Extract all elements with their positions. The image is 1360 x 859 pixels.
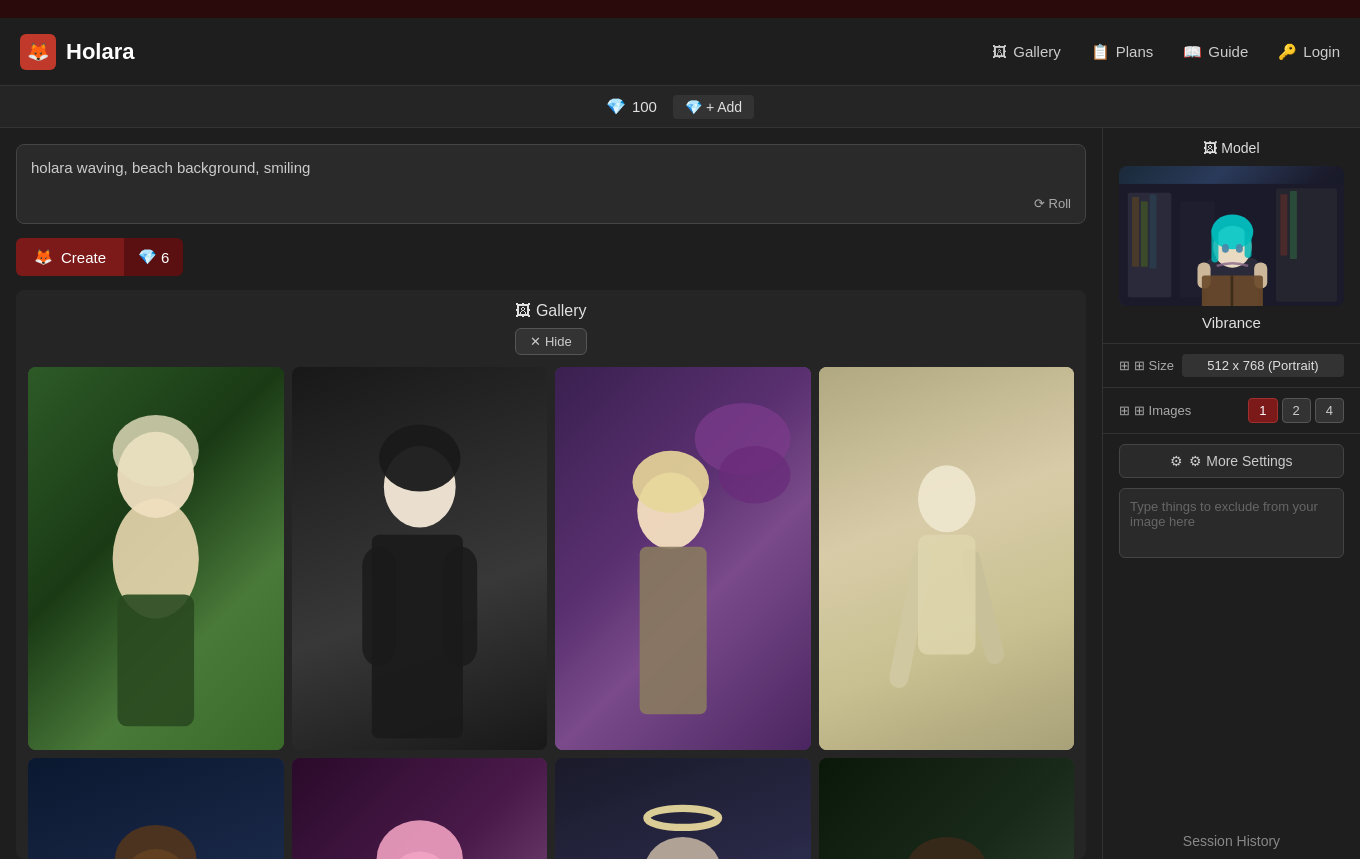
guide-icon: 📖 <box>1183 43 1202 61</box>
logo[interactable]: 🦊 Holara <box>20 34 134 70</box>
svg-point-5 <box>379 424 460 491</box>
prompt-area: holara waving, beach background, smiling… <box>16 144 1086 224</box>
gallery-header: 🖼 Gallery ✕ Hide <box>28 302 1074 355</box>
gallery-card-idk[interactable]: idk what title put to this nirzeperko <box>292 367 548 750</box>
roll-button[interactable]: ⟳ Roll <box>1034 196 1071 211</box>
credits-bar: 💎 100 💎 + Add <box>0 86 1360 128</box>
gallery-card-angelica[interactable]: Angelica - OPSW <box>28 758 284 859</box>
gallery-card-hum[interactable]: Hum... Strange_Siren <box>28 367 284 750</box>
size-icon: ⊞ <box>1119 358 1130 373</box>
svg-point-24 <box>647 809 719 828</box>
nav-login[interactable]: 🔑 Login <box>1278 43 1340 61</box>
svg-point-52 <box>1222 244 1229 253</box>
svg-rect-40 <box>1280 194 1287 255</box>
credits-amount: 100 <box>632 98 657 115</box>
gallery-icon: 🖼 <box>992 43 1007 60</box>
card-figure-hum <box>28 367 284 750</box>
create-icon: 🦊 <box>34 248 53 266</box>
model-preview[interactable] <box>1119 166 1344 306</box>
gallery-card-girl[interactable]: girl and dragon omniacorrecta <box>555 367 811 750</box>
svg-rect-3 <box>117 595 194 727</box>
images-icon: ⊞ <box>1119 403 1130 418</box>
gallery-card-gamer[interactable]: Gamer girl <box>292 758 548 859</box>
gallery-section: 🖼 Gallery ✕ Hide Hum... Strange_Siren <box>16 290 1086 859</box>
header-nav: 🖼 Gallery 📋 Plans 📖 Guide 🔑 Login <box>992 43 1340 61</box>
count-buttons: 1 2 4 <box>1199 398 1344 423</box>
logo-text: Holara <box>66 39 134 65</box>
model-section-title: 🖼 Model <box>1119 140 1344 156</box>
create-row: 🦊 Create 💎 6 <box>16 238 1086 276</box>
exclude-section <box>1119 488 1344 823</box>
cost-gem-icon: 💎 <box>138 248 157 266</box>
header: 🦊 Holara 🖼 Gallery 📋 Plans 📖 Guide 🔑 Log… <box>0 18 1360 86</box>
svg-rect-39 <box>1150 194 1157 268</box>
main-layout: holara waving, beach background, smiling… <box>0 128 1360 859</box>
gallery-card-move[interactable]: we move forward. nirvanafan090 <box>819 367 1075 750</box>
plans-icon: 📋 <box>1091 43 1110 61</box>
session-history[interactable]: Session History <box>1103 823 1360 859</box>
nav-guide[interactable]: 📖 Guide <box>1183 43 1248 61</box>
svg-rect-47 <box>1231 275 1234 306</box>
create-cost[interactable]: 💎 6 <box>124 238 183 276</box>
settings-icon: ⚙ <box>1170 453 1183 469</box>
svg-point-19 <box>115 825 196 859</box>
svg-point-12 <box>632 451 709 513</box>
top-bar <box>0 0 1360 18</box>
prompt-text[interactable]: holara waving, beach background, smiling <box>31 157 1071 180</box>
left-panel: holara waving, beach background, smiling… <box>0 128 1102 859</box>
add-credits-button[interactable]: 💎 + Add <box>673 95 754 119</box>
gallery-card-office[interactable]: Office lady 3 <box>819 758 1075 859</box>
gallery-title: 🖼 Gallery <box>515 302 586 320</box>
right-panel: 🖼 Model <box>1102 128 1360 859</box>
size-section: ⊞ ⊞ Size 512 x 768 (Portrait) <box>1103 344 1360 388</box>
svg-rect-50 <box>1211 228 1218 263</box>
images-label: ⊞ ⊞ Images <box>1119 403 1191 418</box>
exclude-textarea[interactable] <box>1119 488 1344 558</box>
svg-point-14 <box>918 465 975 532</box>
count-btn-2[interactable]: 2 <box>1282 398 1311 423</box>
svg-point-22 <box>376 821 462 859</box>
logo-icon: 🦊 <box>20 34 56 70</box>
svg-point-28 <box>644 837 721 859</box>
create-button[interactable]: 🦊 Create <box>16 238 124 276</box>
svg-point-31 <box>906 837 987 859</box>
images-count-section: ⊞ ⊞ Images 1 2 4 <box>1103 388 1360 434</box>
svg-point-10 <box>719 446 791 503</box>
nav-plans[interactable]: 📋 Plans <box>1091 43 1154 61</box>
size-value[interactable]: 512 x 768 (Portrait) <box>1182 354 1344 377</box>
size-label: ⊞ ⊞ Size <box>1119 358 1174 373</box>
model-name: Vibrance <box>1119 314 1344 331</box>
svg-rect-17 <box>918 535 975 655</box>
svg-rect-38 <box>1141 201 1148 266</box>
svg-rect-41 <box>1290 191 1297 259</box>
svg-rect-13 <box>640 547 707 715</box>
image-grid-row1: Hum... Strange_Siren <box>28 367 1074 750</box>
svg-rect-7 <box>362 547 396 667</box>
svg-point-53 <box>1236 244 1243 253</box>
image-grid-row2: Angelica - OPSW Gamer girl <box>28 758 1074 859</box>
nav-gallery[interactable]: 🖼 Gallery <box>992 43 1061 60</box>
svg-rect-8 <box>443 547 477 667</box>
more-settings-button[interactable]: ⚙ ⚙ More Settings <box>1119 444 1344 478</box>
hide-gallery-button[interactable]: ✕ Hide <box>515 328 586 355</box>
gem-icon: 💎 <box>606 97 626 116</box>
count-btn-1[interactable]: 1 <box>1248 398 1277 423</box>
svg-point-2 <box>113 415 199 487</box>
gallery-card-angel[interactable]: angel v3 <box>555 758 811 859</box>
svg-rect-37 <box>1132 197 1139 267</box>
count-btn-4[interactable]: 4 <box>1315 398 1344 423</box>
add-icon: 💎 <box>685 99 702 115</box>
model-section: 🖼 Model <box>1103 128 1360 344</box>
credits-display: 💎 100 <box>606 97 657 116</box>
login-icon: 🔑 <box>1278 43 1297 61</box>
svg-rect-51 <box>1245 228 1252 259</box>
prompt-footer: ⟳ Roll <box>31 196 1071 211</box>
